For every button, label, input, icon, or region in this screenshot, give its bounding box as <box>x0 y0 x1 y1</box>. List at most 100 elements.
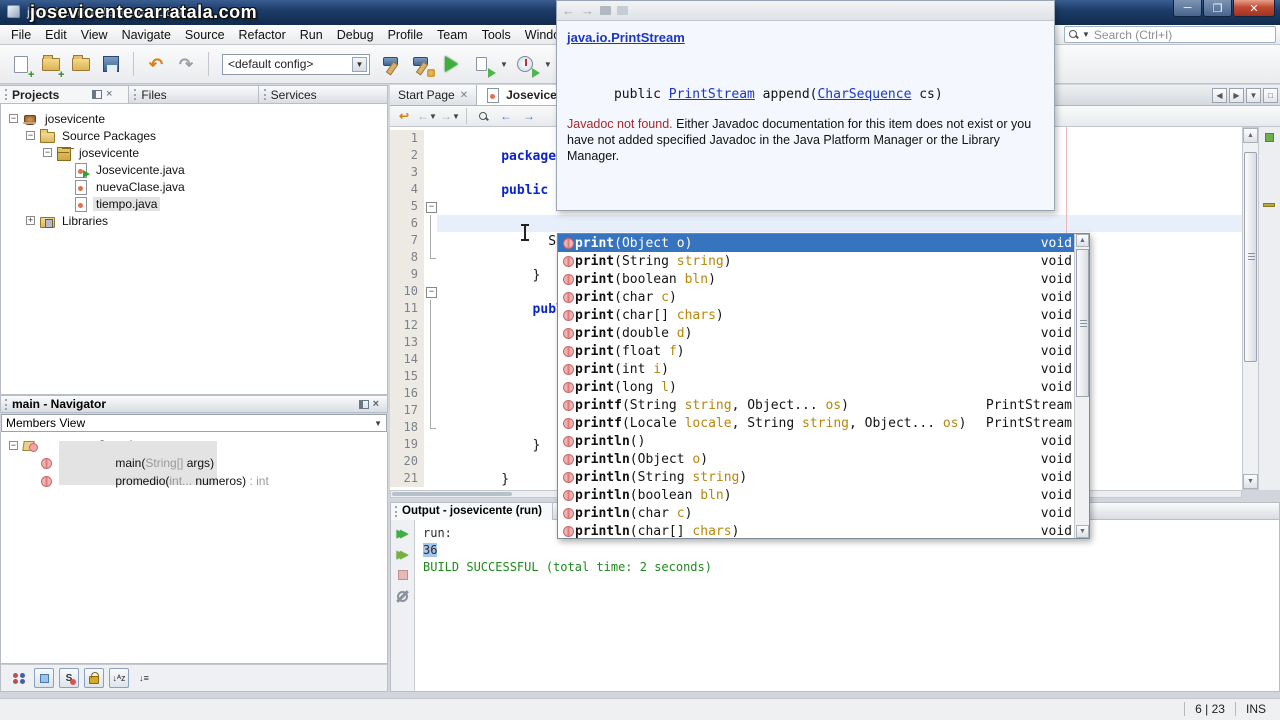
build-project-button[interactable] <box>378 51 404 77</box>
menu-item[interactable]: Debug <box>330 26 381 44</box>
navigator-row[interactable]: promedio(int... numeros) : int <box>1 472 387 490</box>
scroll-tabs-left-button[interactable]: ◀ <box>1212 88 1227 103</box>
completion-item[interactable]: println(char c) void <box>558 504 1076 522</box>
back-button[interactable]: ← ▼ <box>417 107 437 125</box>
restore-button[interactable]: ❐ <box>1203 0 1232 17</box>
completion-item[interactable]: println(char[] chars) void <box>558 522 1076 540</box>
navigator-tree[interactable]: Josevicente main(String[] args) <box>0 432 388 664</box>
scrollbar-thumb[interactable] <box>1244 152 1257 362</box>
fold-marker[interactable] <box>424 198 437 215</box>
fold-marker[interactable] <box>424 130 437 147</box>
tree-expander[interactable] <box>9 440 18 450</box>
chevron-down-icon[interactable]: ▼ <box>352 56 367 72</box>
warning-mark[interactable] <box>1263 203 1275 207</box>
scroll-down-icon[interactable]: ▼ <box>1243 474 1258 489</box>
debug-dropdown-caret-icon[interactable]: ▼ <box>500 60 508 69</box>
error-stripe[interactable] <box>1259 127 1280 490</box>
line-number[interactable]: 12 <box>390 317 424 334</box>
tree-node-label[interactable]: Libraries <box>59 214 111 228</box>
rerun-button[interactable]: ▶▶ <box>395 526 411 540</box>
line-number[interactable]: 16 <box>390 385 424 402</box>
completion-item[interactable]: println(String string) void <box>558 468 1076 486</box>
clean-build-button[interactable] <box>408 51 435 77</box>
menu-item[interactable]: Profile <box>381 26 430 44</box>
line-number[interactable]: 5 <box>390 198 424 215</box>
line-number[interactable]: 17 <box>390 402 424 419</box>
fold-marker[interactable] <box>424 334 437 351</box>
tree-expander[interactable] <box>9 114 18 123</box>
completion-item[interactable]: print(boolean bln) void <box>558 270 1076 288</box>
tab-list-button[interactable]: ▼ <box>1246 88 1261 103</box>
save-all-button[interactable] <box>98 51 124 77</box>
new-file-button[interactable]: + <box>8 51 34 81</box>
tree-row[interactable]: tiempo.java <box>1 195 387 212</box>
menu-item[interactable]: Team <box>430 26 475 44</box>
scrollbar-thumb[interactable] <box>1076 249 1089 397</box>
rerun-with-args-button[interactable]: ▶▶ <box>395 547 411 561</box>
go-to-source-icon[interactable] <box>617 6 628 15</box>
completion-item[interactable]: println(Object o) void <box>558 450 1076 468</box>
fold-marker[interactable] <box>424 215 437 232</box>
line-number[interactable]: 8 <box>390 249 424 266</box>
close-panel-icon[interactable]: × <box>106 89 112 100</box>
tree-node-label[interactable]: josevicente <box>42 112 108 126</box>
scrollbar-thumb[interactable] <box>392 492 512 496</box>
tree-expander[interactable] <box>26 216 35 225</box>
run-project-button[interactable] <box>438 51 464 77</box>
tree-node-label[interactable]: Josevicente.java <box>93 163 188 177</box>
sort-by-source-button[interactable]: ↓≡ <box>134 668 154 688</box>
line-number[interactable]: 7 <box>390 232 424 249</box>
fold-marker[interactable] <box>424 300 437 317</box>
javadoc-back-icon[interactable]: ← <box>562 4 575 17</box>
explorer-tab[interactable]: Files <box>129 85 259 104</box>
tree-expander[interactable] <box>60 182 69 191</box>
menu-item[interactable]: Tools <box>475 26 518 44</box>
line-number[interactable]: 3 <box>390 164 424 181</box>
line-number[interactable]: 6 <box>390 215 424 232</box>
minimize-panel-icon[interactable] <box>358 399 369 409</box>
close-tab-icon[interactable]: ✕ <box>460 90 468 101</box>
completion-item[interactable]: printf(String string, Object... os) Prin… <box>558 396 1076 414</box>
tree-row[interactable]: josevicente <box>1 144 387 161</box>
settings-wrench-icon[interactable] <box>395 589 411 603</box>
tab-start-page[interactable]: Start Page ✕ <box>390 85 478 105</box>
completion-item[interactable]: print(int i) void <box>558 360 1076 378</box>
completion-item[interactable]: print(double d) void <box>558 324 1076 342</box>
line-number[interactable]: 21 <box>390 470 424 487</box>
tree-node-label[interactable]: tiempo.java <box>93 196 161 211</box>
close-button[interactable]: ✕ <box>1233 0 1275 17</box>
last-edit-location-button[interactable]: ↩ <box>394 107 414 125</box>
config-selector[interactable]: <default config> ▼ <box>222 53 370 75</box>
scroll-down-icon[interactable]: ▼ <box>1076 525 1089 538</box>
menu-item[interactable]: Refactor <box>232 26 293 44</box>
completion-item[interactable]: print(long l) void <box>558 378 1076 396</box>
show-non-public-filter-button[interactable] <box>84 668 104 688</box>
fold-marker[interactable] <box>424 232 437 249</box>
show-inherited-filter-button[interactable] <box>9 668 29 688</box>
code-line[interactable]: 6 System.out.print <box>390 215 1242 249</box>
scroll-up-icon[interactable]: ▲ <box>1076 234 1089 247</box>
fold-marker[interactable] <box>424 436 437 453</box>
tree-node-label[interactable]: Source Packages <box>59 129 159 143</box>
fold-marker[interactable] <box>424 385 437 402</box>
tree-expander[interactable] <box>26 131 35 140</box>
line-number[interactable]: 9 <box>390 266 424 283</box>
search-scope-caret-icon[interactable]: ▼ <box>1082 30 1090 39</box>
completion-scrollbar[interactable]: ▲ ▼ <box>1074 234 1089 538</box>
profile-project-button[interactable] <box>512 51 540 78</box>
stop-button[interactable] <box>395 568 411 582</box>
fold-marker[interactable] <box>424 147 437 164</box>
fold-marker[interactable] <box>424 283 437 300</box>
line-number[interactable]: 19 <box>390 436 424 453</box>
completion-item[interactable]: print(float f) void <box>558 342 1076 360</box>
menu-item[interactable]: File <box>4 26 38 44</box>
projects-tree[interactable]: josevicente Source Packages josevice <box>0 104 388 395</box>
close-panel-icon[interactable]: × <box>373 398 379 410</box>
minimize-panel-icon[interactable] <box>92 90 102 99</box>
new-project-button[interactable]: + <box>38 51 64 81</box>
line-number[interactable]: 18 <box>390 419 424 436</box>
previous-occurrence-button[interactable]: ← <box>496 107 516 125</box>
fold-marker[interactable] <box>424 368 437 385</box>
show-in-browser-icon[interactable] <box>600 6 611 15</box>
completion-item[interactable]: print(Object o) void <box>558 234 1076 252</box>
